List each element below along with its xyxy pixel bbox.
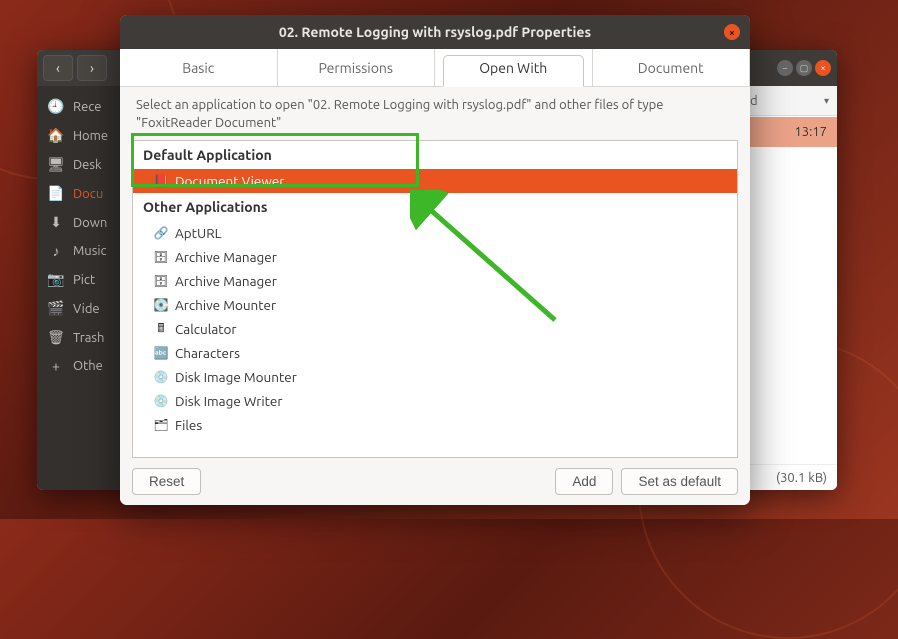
- sort-indicator-icon: ▾: [824, 95, 829, 107]
- app-icon: 🖩: [153, 321, 169, 337]
- status-size: (30.1 kB): [776, 471, 827, 485]
- dialog-titlebar[interactable]: 02. Remote Logging with rsyslog.pdf Prop…: [120, 15, 750, 49]
- tab-document[interactable]: Document: [593, 49, 751, 86]
- application-item[interactable]: 🔤 Characters: [133, 341, 737, 365]
- application-item[interactable]: 🖩 Calculator: [133, 317, 737, 341]
- sidebar-item-label: Desk: [73, 158, 102, 172]
- sidebar-icon: 📄: [47, 185, 65, 202]
- maximize-icon[interactable]: ▢: [796, 60, 812, 76]
- reset-button[interactable]: Reset: [132, 468, 201, 495]
- application-label: Archive Mounter: [175, 297, 276, 313]
- app-icon: 🗄: [153, 273, 169, 289]
- sidebar-icon: +: [47, 358, 65, 374]
- application-item[interactable]: 💿 Disk Image Mounter: [133, 365, 737, 389]
- sidebar-icon: 🕘: [47, 98, 65, 115]
- sidebar-icon: ⬇: [47, 214, 65, 231]
- application-label: Disk Image Writer: [175, 393, 283, 409]
- sidebar-item-label: Pict: [73, 273, 95, 287]
- dialog-tabs: Basic Permissions Open With Document: [120, 49, 750, 87]
- dialog-title: 02. Remote Logging with rsyslog.pdf Prop…: [279, 24, 591, 40]
- set-default-button[interactable]: Set as default: [621, 468, 738, 495]
- app-icon: 💽: [153, 297, 169, 313]
- tab-open-with[interactable]: Open With: [435, 49, 593, 86]
- application-item[interactable]: 🗄 Archive Manager: [133, 245, 737, 269]
- application-label: Files: [175, 417, 202, 433]
- application-item[interactable]: 🗂 Files: [133, 413, 737, 437]
- application-item[interactable]: 🗄 Archive Manager: [133, 269, 737, 293]
- app-icon: 🔗: [153, 225, 169, 241]
- dialog-button-row: Reset Add Set as default: [132, 458, 738, 495]
- application-label: Disk Image Mounter: [175, 369, 297, 385]
- other-applications-header: Other Applications: [133, 193, 737, 221]
- minimize-icon[interactable]: –: [777, 60, 793, 76]
- application-item[interactable]: 💿 Disk Image Writer: [133, 389, 737, 413]
- sidebar-item-label: Trash: [73, 331, 104, 345]
- sidebar-icon: 🖥: [47, 156, 65, 173]
- application-label: Characters: [175, 345, 240, 361]
- sidebar-item-label: Rece: [73, 100, 101, 114]
- tab-label: Permissions: [319, 60, 393, 76]
- tab-description: Select an application to open "02. Remot…: [132, 87, 738, 140]
- sidebar-icon: 🎬: [47, 300, 65, 317]
- sidebar-icon: 🗑: [47, 329, 65, 346]
- sidebar-item-label: Docu: [73, 187, 103, 201]
- forward-button[interactable]: ›: [77, 55, 107, 81]
- dialog-close-icon[interactable]: ×: [724, 24, 740, 40]
- application-item[interactable]: 💽 Archive Mounter: [133, 293, 737, 317]
- application-label: Calculator: [175, 321, 237, 337]
- default-application-label: Document Viewer: [175, 173, 284, 189]
- application-label: Archive Manager: [175, 273, 277, 289]
- document-viewer-icon: 📕: [153, 173, 169, 189]
- tab-label: Open With: [479, 60, 547, 76]
- sidebar-icon: ♪: [47, 243, 65, 259]
- tab-label: Basic: [182, 60, 214, 76]
- app-icon: 💿: [153, 393, 169, 409]
- sidebar-icon: 🏠: [47, 127, 65, 144]
- application-label: Archive Manager: [175, 249, 277, 265]
- app-icon: 🔤: [153, 345, 169, 361]
- file-time: 13:17: [794, 125, 827, 139]
- sidebar-item-label: Vide: [73, 302, 100, 316]
- sidebar-item-label: Music: [73, 244, 107, 258]
- tab-label: Document: [638, 60, 704, 76]
- app-icon: 🗄: [153, 249, 169, 265]
- close-icon[interactable]: ×: [815, 60, 831, 76]
- app-icon: 💿: [153, 369, 169, 385]
- add-button[interactable]: Add: [555, 468, 613, 495]
- tab-permissions[interactable]: Permissions: [278, 49, 436, 86]
- sidebar-icon: 📷: [47, 271, 65, 288]
- sidebar-item-label: Othe: [73, 359, 103, 373]
- default-application-header: Default Application: [133, 141, 737, 169]
- default-application-item[interactable]: 📕 Document Viewer: [133, 169, 737, 193]
- app-icon: 🗂: [153, 417, 169, 433]
- window-controls: – ▢ ×: [777, 60, 831, 76]
- application-list[interactable]: Default Application 📕 Document Viewer Ot…: [132, 140, 738, 458]
- application-item[interactable]: 🔗 AptURL: [133, 221, 737, 245]
- sidebar-item-label: Down: [73, 216, 107, 230]
- application-label: AptURL: [175, 225, 222, 241]
- tab-basic[interactable]: Basic: [120, 49, 278, 86]
- properties-dialog: 02. Remote Logging with rsyslog.pdf Prop…: [120, 15, 750, 505]
- sidebar-item-label: Home: [73, 129, 108, 143]
- back-button[interactable]: ‹: [43, 55, 73, 81]
